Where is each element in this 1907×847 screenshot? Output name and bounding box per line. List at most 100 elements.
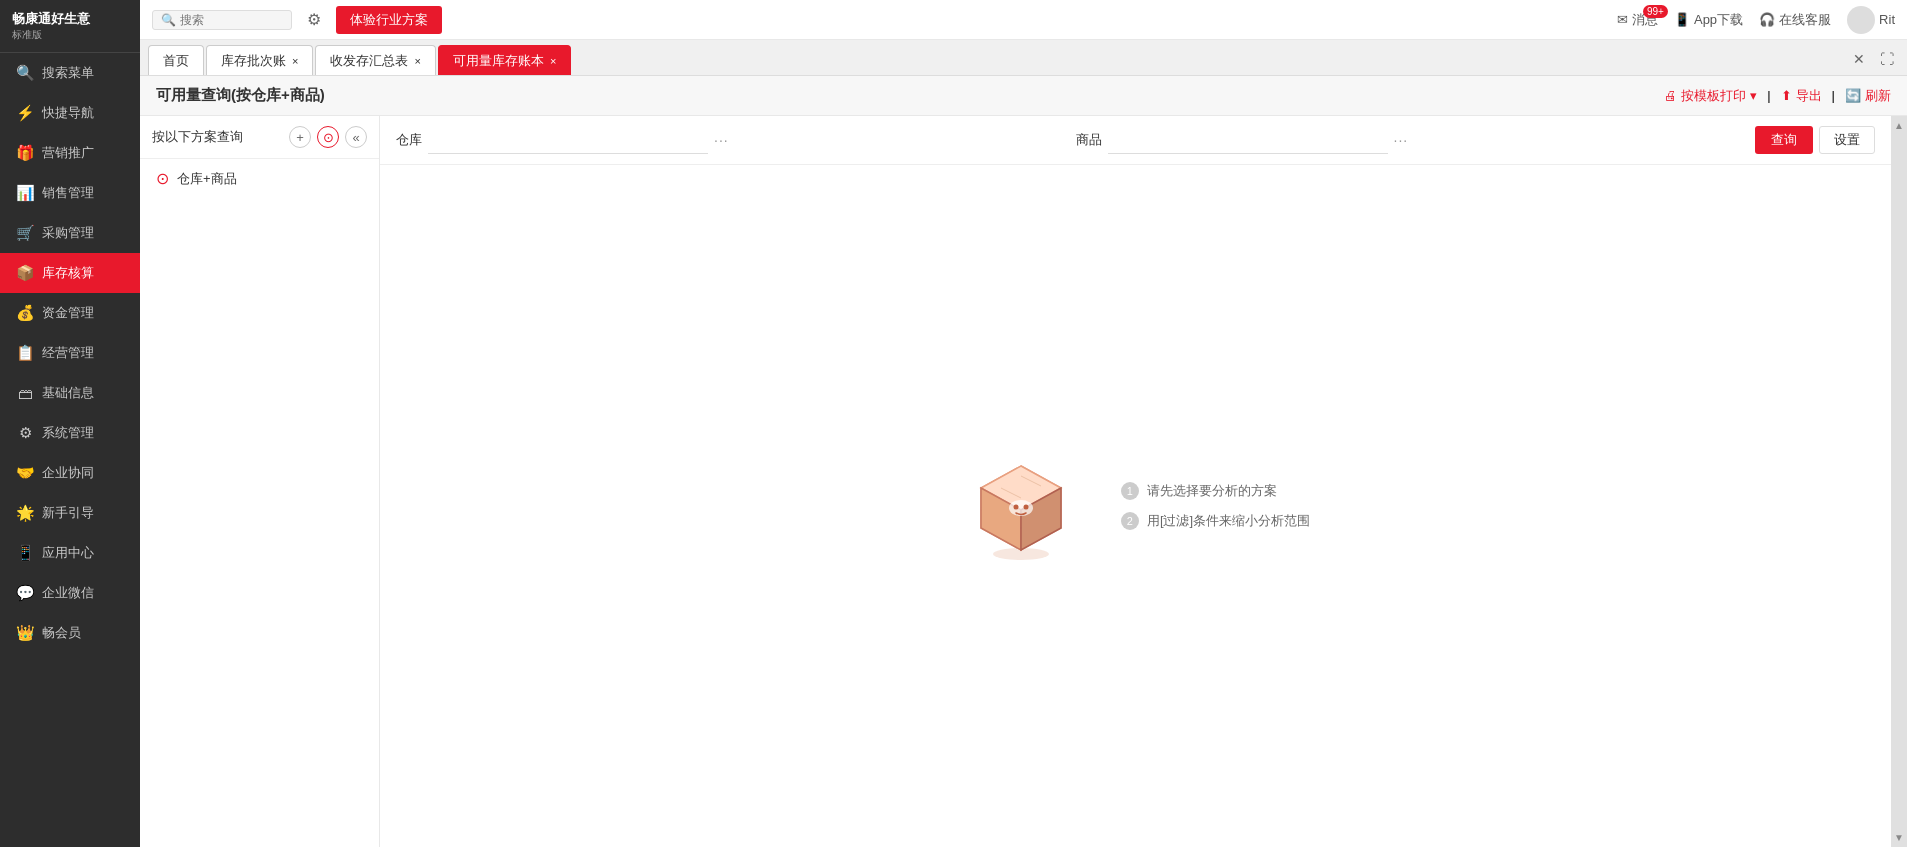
chevron-down-icon: ▾ [1750, 88, 1757, 103]
cube-svg [961, 446, 1081, 566]
sidebar-item-member[interactable]: 👑 畅会员 [0, 613, 140, 653]
sidebar-item-shortcut[interactable]: ⚡快捷导航 [0, 93, 140, 133]
user-avatar-area[interactable]: Rit [1847, 6, 1895, 34]
warehouse-goods-label: 仓库+商品 [177, 170, 237, 188]
warehouse-label: 仓库 [396, 131, 422, 149]
add-scheme-button[interactable]: + [289, 126, 311, 148]
app-download-button[interactable]: 📱 App下载 [1674, 11, 1743, 29]
goods-more-button[interactable]: ··· [1394, 132, 1409, 148]
inventory-icon: 📦 [16, 264, 34, 282]
sidebar-item-wechat[interactable]: 💬企业微信 [0, 573, 140, 613]
left-panel-actions: + ⊙ « [289, 126, 367, 148]
funds-icon: 💰 [16, 304, 34, 322]
settings-button[interactable]: 设置 [1819, 126, 1875, 154]
message-badge: 99+ [1643, 5, 1668, 18]
tab-label-home: 首页 [163, 52, 189, 70]
tab-collection[interactable]: 收发存汇总表 × [315, 45, 435, 75]
search-icon: 🔍 [16, 64, 34, 82]
filter-actions: 查询 设置 [1755, 126, 1875, 154]
page-header-actions: 🖨 按模板打印 ▾ | ⬆ 导出 | 🔄 刷新 [1664, 87, 1891, 105]
sidebar-item-newbie[interactable]: 🌟新手引导 [0, 493, 140, 533]
message-icon: ✉ [1617, 12, 1628, 27]
export-icon: ⬆ [1781, 88, 1792, 103]
sidebar-label-shortcut: 快捷导航 [42, 104, 94, 122]
trial-button[interactable]: 体验行业方案 [336, 6, 442, 34]
newbie-icon: 🌟 [16, 504, 34, 522]
tip-item-2: 2 用[过滤]条件来缩小分析范围 [1121, 512, 1310, 530]
sidebar-logo: 畅康通好生意 标准版 [0, 0, 140, 53]
right-panel: 仓库 ··· 商品 ··· 查询 设置 [380, 116, 1891, 847]
topbar-right: ✉ 消息 99+ 📱 App下载 🎧 在线客服 Rit [1617, 6, 1895, 34]
sidebar: 畅康通好生意 标准版 🔍 搜索菜单 ⚡快捷导航🎁营销推广📊销售管理🛒采购管理 📦 库存核… [0, 0, 140, 847]
query-button[interactable]: 查询 [1755, 126, 1813, 154]
page-title: 可用量查询(按仓库+商品) [156, 86, 325, 105]
empty-tips: 1 请先选择要分析的方案 2 用[过滤]条件来缩小分析范围 [1121, 482, 1310, 530]
sidebar-item-system[interactable]: ⚙ 系统管理 [0, 413, 140, 453]
online-service-button[interactable]: 🎧 在线客服 [1759, 11, 1831, 29]
logo-tag: 标准版 [12, 28, 128, 42]
sidebar-label-search: 搜索菜单 [42, 64, 94, 82]
marketing-icon: 🎁 [16, 144, 34, 162]
tip-item-1: 1 请先选择要分析的方案 [1121, 482, 1310, 500]
sidebar-item-sales[interactable]: 📊销售管理 [0, 173, 140, 213]
sidebar-item-inventory[interactable]: 📦 库存核算 [0, 253, 140, 293]
close-tab-button[interactable]: ✕ [1847, 47, 1871, 71]
scroll-down-arrow[interactable]: ▼ [1894, 832, 1904, 843]
sidebar-item-funds[interactable]: 💰资金管理 [0, 293, 140, 333]
operations-icon: 📋 [16, 344, 34, 362]
messages-button[interactable]: ✉ 消息 99+ [1617, 11, 1658, 29]
sidebar-item-search[interactable]: 🔍 搜索菜单 [0, 53, 140, 93]
search-input[interactable] [180, 13, 280, 27]
tab-close-batch[interactable]: × [292, 55, 298, 67]
body-area: 按以下方案查询 + ⊙ « ⊙ 仓库+商品 仓库 [140, 116, 1907, 847]
tab-batch[interactable]: 库存批次账 × [206, 45, 313, 75]
tab-home[interactable]: 首页 [148, 45, 204, 75]
sidebar-label-wechat: 企业微信 [42, 584, 94, 602]
tip-text-1: 请先选择要分析的方案 [1147, 482, 1277, 500]
sidebar-label-enterprise: 企业协同 [42, 464, 94, 482]
sidebar-item-appstore[interactable]: 📱应用中心 [0, 533, 140, 573]
empty-state: 1 请先选择要分析的方案 2 用[过滤]条件来缩小分析范围 [380, 165, 1891, 847]
sidebar-item-basic[interactable]: 🗃基础信息 [0, 373, 140, 413]
sidebar-nav: 🔍 搜索菜单 ⚡快捷导航🎁营销推广📊销售管理🛒采购管理 📦 库存核算 💰资金管理📋经营管理… [0, 53, 140, 847]
sidebar-label-basic: 基础信息 [42, 384, 94, 402]
refresh-button[interactable]: 🔄 刷新 [1845, 87, 1891, 105]
left-panel-title: 按以下方案查询 [152, 128, 243, 146]
svg-point-5 [1009, 500, 1033, 516]
tab-label-batch: 库存批次账 [221, 52, 286, 70]
main-area: 🔍 ⚙ 体验行业方案 ✉ 消息 99+ 📱 App下载 🎧 在线客服 Rit [140, 0, 1907, 847]
settings-icon[interactable]: ⚙ [300, 6, 328, 34]
sales-icon: 📊 [16, 184, 34, 202]
topbar-search-box[interactable]: 🔍 [152, 10, 292, 30]
settings-scheme-button[interactable]: ⊙ [317, 126, 339, 148]
warehouse-more-button[interactable]: ··· [714, 132, 729, 148]
warehouse-goods-item[interactable]: ⊙ 仓库+商品 [140, 159, 379, 198]
tab-close-collection[interactable]: × [414, 55, 420, 67]
sidebar-label-inventory: 库存核算 [42, 264, 94, 282]
tab-close-available[interactable]: × [550, 55, 556, 67]
maximize-tab-button[interactable]: ⛶ [1875, 47, 1899, 71]
sidebar-label-member: 畅会员 [42, 624, 81, 642]
vertical-scrollbar[interactable]: ▲ ▼ [1891, 116, 1907, 847]
sidebar-label-system: 系统管理 [42, 424, 94, 442]
scroll-up-arrow[interactable]: ▲ [1894, 120, 1904, 131]
svg-point-6 [1013, 505, 1018, 510]
tab-available[interactable]: 可用量库存账本× [438, 45, 571, 75]
member-icon: 👑 [16, 624, 34, 642]
collapse-panel-button[interactable]: « [345, 126, 367, 148]
print-template-button[interactable]: 🖨 按模板打印 ▾ [1664, 87, 1757, 105]
headset-icon: 🎧 [1759, 12, 1775, 27]
sidebar-item-operations[interactable]: 📋经营管理 [0, 333, 140, 373]
svg-point-7 [1023, 505, 1028, 510]
system-icon: ⚙ [16, 424, 34, 442]
sidebar-item-purchase[interactable]: 🛒采购管理 [0, 213, 140, 253]
goods-input[interactable] [1108, 126, 1388, 154]
goods-filter-group: 商品 ··· [1076, 126, 1740, 154]
appstore-icon: 📱 [16, 544, 34, 562]
sidebar-item-enterprise[interactable]: 🤝企业协同 [0, 453, 140, 493]
left-panel-header: 按以下方案查询 + ⊙ « [140, 116, 379, 159]
export-button[interactable]: ⬆ 导出 [1781, 87, 1822, 105]
warehouse-input[interactable] [428, 126, 708, 154]
tab-label-collection: 收发存汇总表 [330, 52, 408, 70]
sidebar-item-marketing[interactable]: 🎁营销推广 [0, 133, 140, 173]
